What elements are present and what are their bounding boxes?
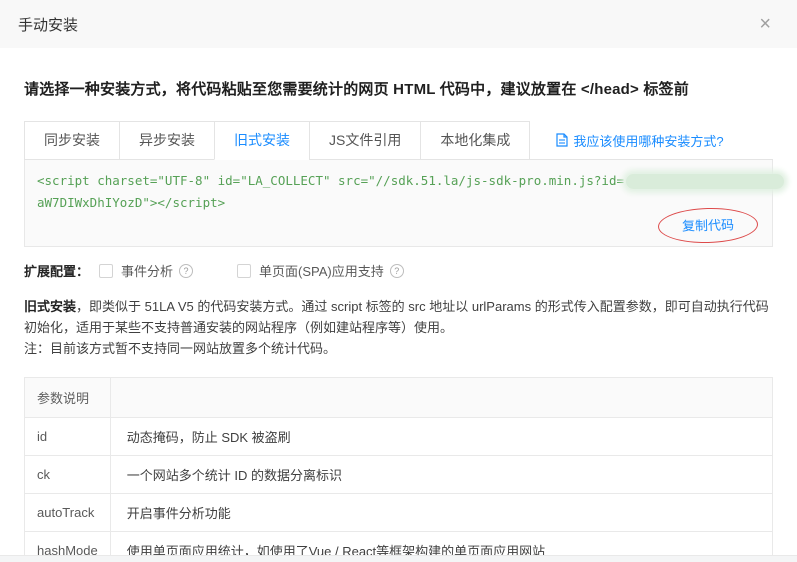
- param-row-autoTrack: autoTrack 开启事件分析功能: [24, 493, 774, 532]
- install-method-help-link[interactable]: 我应该使用哪种安装方式?: [556, 131, 724, 150]
- tab-help-area: 我应该使用哪种安装方式?: [530, 121, 773, 160]
- param-desc-cell: 动态掩码，防止 SDK 被盗刷: [109, 417, 774, 456]
- tab-jsfile[interactable]: JS文件引用: [309, 121, 421, 160]
- tab-bar: 同步安装 异步安装 旧式安装 JS文件引用 本地化集成: [24, 121, 531, 160]
- description-note: 注：目前该方式暂不支持同一网站放置多个统计代码。: [24, 341, 337, 356]
- dialog-body: 请选择一种安装方式，将代码粘贴至您需要统计的网页 HTML 代码中，建议放置在 …: [0, 78, 797, 562]
- close-icon[interactable]: ×: [759, 14, 771, 34]
- param-desc-cell: 一个网站多个统计 ID 的数据分离标识: [109, 455, 774, 494]
- code-text-suffix: aW7DIWxDhIYozD"></script>: [37, 195, 226, 210]
- param-row-id: id 动态掩码，防止 SDK 被盗刷: [24, 417, 774, 456]
- params-table-body: id 动态掩码，防止 SDK 被盗刷 ck 一个网站多个统计 ID 的数据分离标识 au…: [24, 417, 774, 562]
- legacy-install-description: 旧式安装，即类似于 51LA V5 的代码安装方式。通过 script 标签的 …: [24, 296, 773, 359]
- manual-install-dialog: 手动安装 × 请选择一种安装方式，将代码粘贴至您需要统计的网页 HTML 代码中…: [0, 0, 797, 562]
- spa-support-option: 单页面(SPA)应用支持 ?: [237, 261, 404, 280]
- copy-code-annotation-circle: 复制代码: [657, 206, 759, 245]
- question-circle-icon[interactable]: ?: [389, 263, 404, 278]
- params-table-header-empty: [109, 377, 774, 418]
- tab-bar-row: 同步安装 异步安装 旧式安装 JS文件引用 本地化集成 我应该使用哪种安装方式?: [24, 121, 773, 160]
- param-name-cell: ck: [24, 455, 111, 494]
- install-instruction-heading: 请选择一种安装方式，将代码粘贴至您需要统计的网页 HTML 代码中，建议放置在 …: [24, 81, 689, 98]
- spa-support-checkbox[interactable]: [237, 263, 252, 278]
- event-analysis-checkbox[interactable]: [99, 263, 114, 278]
- param-desc-cell: 开启事件分析功能: [109, 493, 774, 532]
- tab-local[interactable]: 本地化集成: [420, 121, 531, 160]
- dialog-title: 手动安装: [18, 16, 79, 34]
- document-icon: [556, 133, 568, 147]
- description-body: ，即类似于 51LA V5 的代码安装方式。通过 script 标签的 src …: [24, 299, 769, 335]
- tab-legacy[interactable]: 旧式安装: [214, 121, 309, 160]
- params-table-header-row: 参数说明: [24, 377, 774, 418]
- help-link-label: 我应该使用哪种安装方式?: [573, 133, 724, 149]
- event-analysis-label: 事件分析: [121, 264, 174, 279]
- param-name-cell: autoTrack: [24, 493, 111, 532]
- question-circle-icon[interactable]: ?: [179, 263, 194, 278]
- extended-config-row: 扩展配置： 事件分析 ? 单页面(SPA)应用支持 ?: [24, 261, 773, 280]
- event-analysis-option: 事件分析 ?: [99, 261, 194, 280]
- tracking-code-box: <script charset="UTF-8" id="LA_COLLECT" …: [24, 160, 784, 247]
- modal-bottom-edge: [0, 555, 797, 562]
- params-table-header: 参数说明: [24, 377, 111, 418]
- code-text-prefix: <script charset="UTF-8" id="LA_COLLECT" …: [37, 173, 624, 188]
- tab-async[interactable]: 异步安装: [119, 121, 214, 160]
- tab-sync[interactable]: 同步安装: [24, 121, 119, 160]
- redacted-site-id: [626, 174, 784, 189]
- description-lead: 旧式安装: [24, 299, 77, 314]
- param-row-ck: ck 一个网站多个统计 ID 的数据分离标识: [24, 455, 774, 494]
- spa-support-label: 单页面(SPA)应用支持: [259, 264, 384, 279]
- extended-config-label: 扩展配置：: [24, 264, 90, 279]
- params-table: 参数说明 id 动态掩码，防止 SDK 被盗刷 ck 一个网站多个统计 ID 的数据分…: [24, 377, 774, 562]
- code-line-1: <script charset="UTF-8" id="LA_COLLECT" …: [37, 170, 784, 192]
- param-name-cell: id: [24, 417, 111, 456]
- copy-code-button[interactable]: 复制代码: [682, 217, 734, 233]
- dialog-header: 手动安装 ×: [0, 0, 797, 48]
